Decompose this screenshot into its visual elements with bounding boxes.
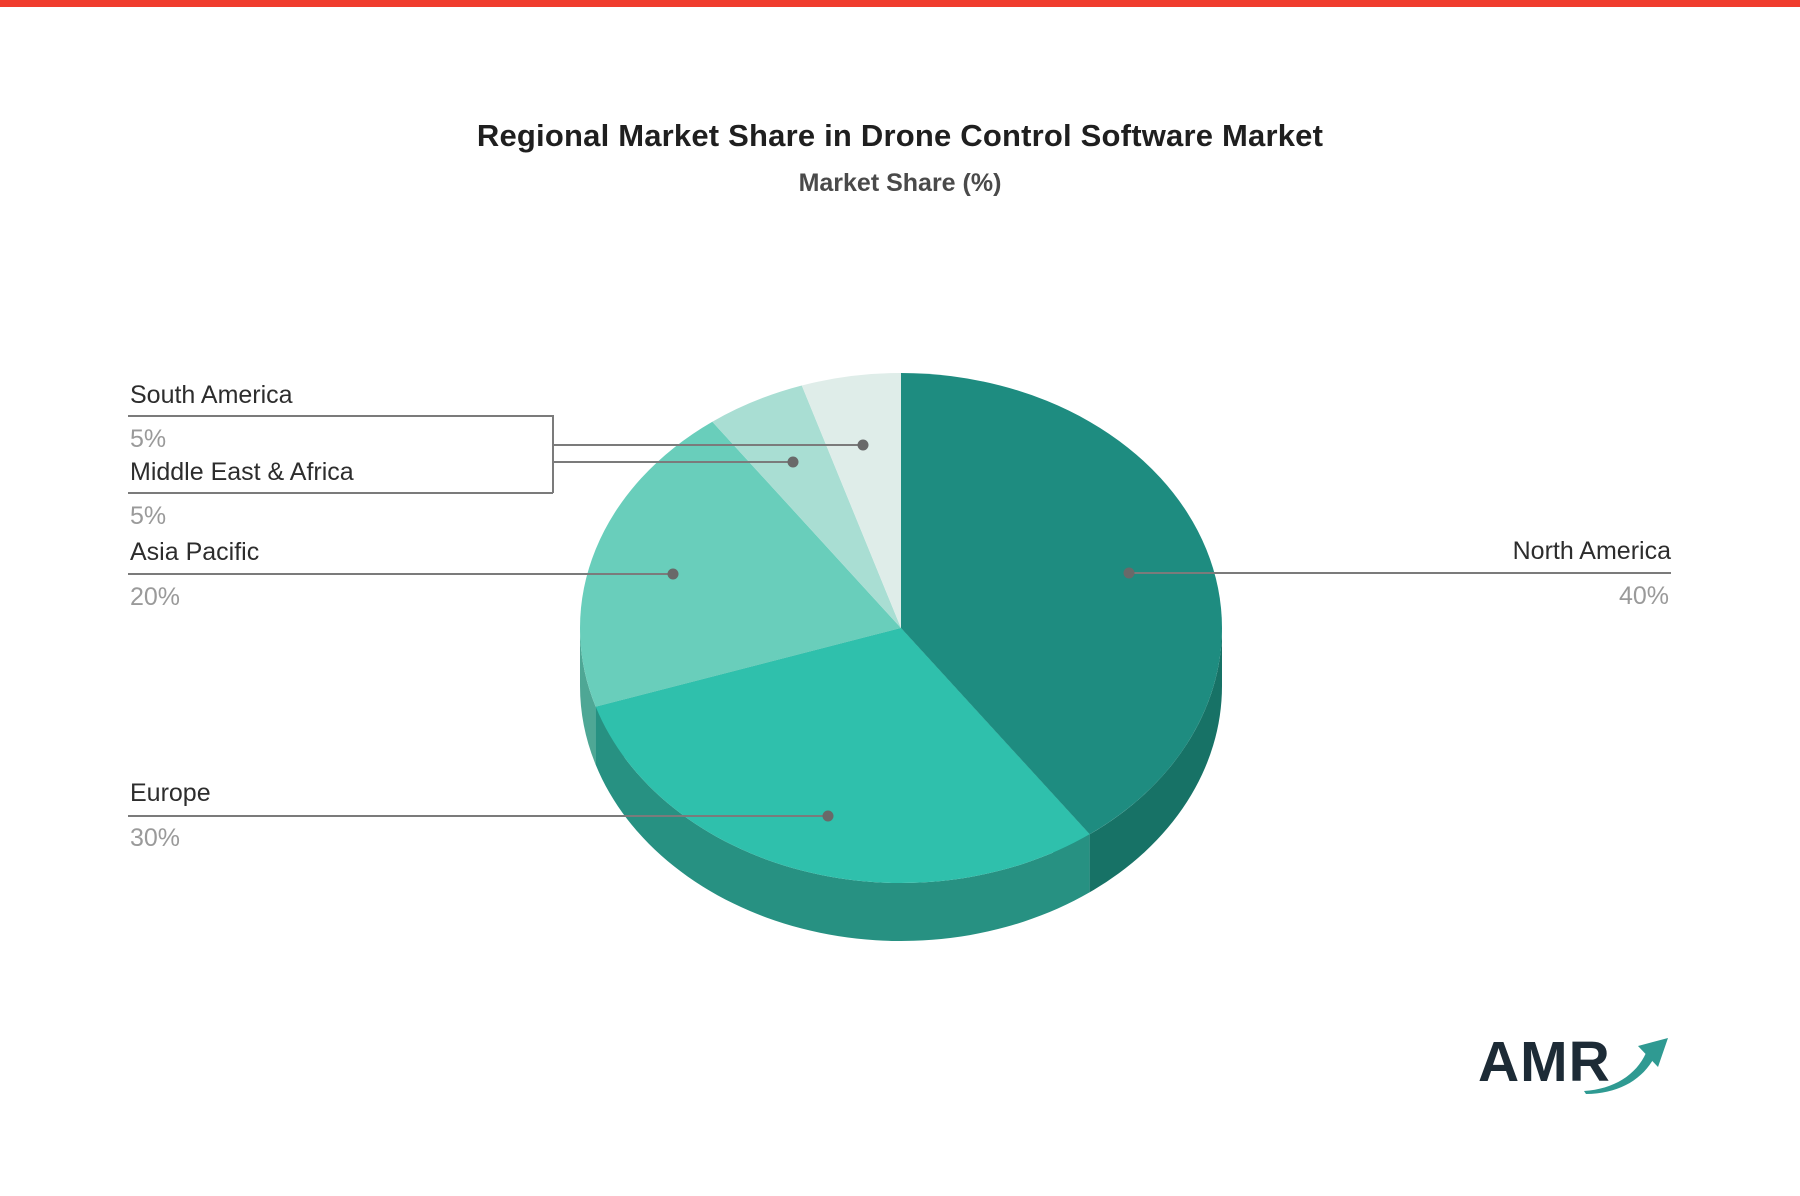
amr-logo-arrow-icon [1584, 1038, 1668, 1094]
value-north-america: 40% [1618, 582, 1669, 610]
label-middle-east-africa: Middle East & Africa [130, 458, 354, 486]
pie-slices-group [580, 373, 1222, 941]
leader-dot-europe [822, 810, 834, 822]
leader-dot-asia-pacific [667, 568, 679, 580]
label-south-america: South America [130, 381, 293, 409]
value-europe: 30% [130, 824, 181, 852]
leader-dot-south-america [857, 439, 869, 451]
value-asia-pacific: 20% [130, 583, 181, 611]
label-asia-pacific: Asia Pacific [130, 538, 260, 566]
chart-canvas: Regional Market Share in Drone Control S… [0, 0, 1800, 1196]
leader-dot-north-america [1123, 567, 1135, 579]
label-north-america: North America [1512, 537, 1671, 565]
pie-chart [128, 373, 1671, 941]
leader-dot-middle-east-africa [787, 456, 799, 468]
amr-logo: AMR [1478, 1032, 1668, 1098]
label-europe: Europe [130, 779, 211, 807]
value-middle-east-africa: 5% [130, 502, 167, 530]
value-south-america: 5% [130, 425, 167, 453]
